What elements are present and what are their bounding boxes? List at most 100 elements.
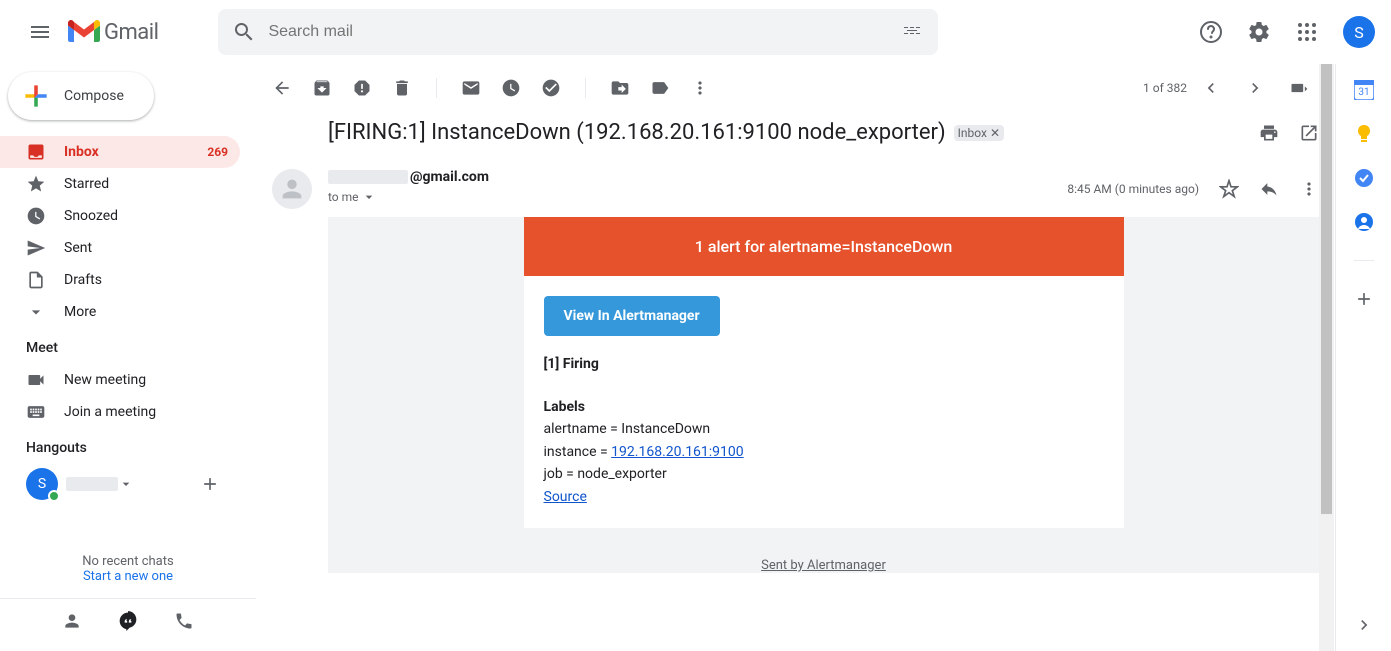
google-apps-button[interactable] [1287,12,1327,52]
sent-by-footer: Sent by Alertmanager [524,528,1124,573]
start-chat-link[interactable]: Start a new one [83,569,173,584]
delete-button[interactable] [392,78,412,98]
add-to-tasks-button[interactable] [541,78,561,98]
sidebar-item-drafts[interactable]: Drafts [0,264,240,296]
no-chats-message: No recent chats Start a new one [0,554,256,584]
mark-unread-button[interactable] [461,78,481,98]
phone-tab[interactable] [168,605,200,637]
nav-label: Inbox [64,144,99,160]
search-options-icon[interactable] [900,20,924,44]
input-tools-button[interactable] [1279,68,1319,108]
hangouts-tab[interactable] [112,605,144,637]
plus-icon[interactable] [200,474,220,494]
recipient-line[interactable]: to me [328,189,489,205]
pagination-counter: 1 of 382 [1143,81,1187,95]
compose-plus-icon [20,80,52,112]
scrollbar-track[interactable] [1319,64,1334,651]
trash-icon [392,78,412,98]
sender-email: @gmail.com [328,169,489,185]
nav-label: More [64,304,96,320]
alert-banner: 1 alert for alertname=InstanceDown [524,217,1124,276]
archive-icon [312,78,332,98]
hangouts-username-redacted [66,477,118,491]
snooze-button[interactable] [501,78,521,98]
next-button[interactable] [1235,68,1275,108]
main-menu-button[interactable] [16,8,64,56]
help-icon [1199,20,1223,44]
inbox-label-chip[interactable]: Inbox✕ [954,125,1004,141]
gmail-logo-text: Gmail [104,20,158,45]
move-to-button[interactable] [610,78,630,98]
email-subject: [FIRING:1] InstanceDown (192.168.20.161:… [328,120,946,145]
sidebar-item-join-meeting[interactable]: Join a meeting [0,396,240,428]
menu-icon [28,20,52,44]
open-new-window-button[interactable] [1299,123,1319,143]
nav-label: Starred [64,176,109,192]
report-icon [352,78,372,98]
sent-by-link[interactable]: Sent by Alertmanager [761,558,886,573]
settings-button[interactable] [1239,12,1279,52]
search-bar[interactable] [218,9,938,55]
print-button[interactable] [1259,123,1279,143]
phone-icon [174,611,194,631]
label-icon [650,78,670,98]
account-avatar[interactable]: S [1343,16,1375,48]
back-button[interactable] [272,78,292,98]
dropdown-icon [361,189,377,205]
chevron-down-icon [26,302,46,322]
gmail-logo-icon [68,20,100,44]
nav-label: Snoozed [64,208,118,224]
dropdown-icon[interactable] [118,476,134,492]
keep-app[interactable] [1354,124,1374,144]
subject-row: [FIRING:1] InstanceDown (192.168.20.161:… [256,112,1335,153]
archive-button[interactable] [312,78,332,98]
compose-button[interactable]: Compose [8,72,154,120]
sidebar-item-snoozed[interactable]: Snoozed [0,200,240,232]
view-alertmanager-button[interactable]: View In Alertmanager [544,296,720,336]
person-icon [278,175,306,203]
support-button[interactable] [1191,12,1231,52]
sidebar-item-inbox[interactable]: Inbox 269 [0,136,240,168]
sidebar: Compose Inbox 269 Starred Snoozed Sent [0,64,256,651]
contacts-app[interactable] [1354,212,1374,232]
more-button[interactable] [690,78,710,98]
sidebar-item-new-meeting[interactable]: New meeting [0,364,240,396]
main-content: 1 of 382 [FIRING:1] InstanceDown (192.16… [256,64,1335,651]
label-instance: instance = 192.168.20.161:9100 [544,441,1104,463]
compose-label: Compose [64,88,124,104]
sidebar-item-more[interactable]: More [0,296,240,328]
svg-text:31: 31 [1358,87,1369,98]
sidebar-item-starred[interactable]: Starred [0,168,240,200]
sender-avatar [272,169,312,209]
contacts-tab[interactable] [56,605,88,637]
source-link[interactable]: Source [544,489,587,505]
meet-header: Meet [0,328,256,364]
sidebar-item-sent[interactable]: Sent [0,232,240,264]
search-input[interactable] [268,23,900,41]
msg-more-button[interactable] [1299,179,1319,199]
calendar-icon: 31 [1354,80,1374,100]
print-icon [1259,123,1279,143]
apps-grid-icon [1295,20,1319,44]
collapse-panel-button[interactable] [1354,615,1374,635]
keyboard-icon [26,402,46,422]
reply-button[interactable] [1259,179,1279,199]
plus-icon [1354,289,1374,309]
labels-button[interactable] [650,78,670,98]
scrollbar-thumb[interactable] [1321,64,1332,514]
email-timestamp: 8:45 AM (0 minutes ago) [1067,182,1199,196]
chip-remove-icon[interactable]: ✕ [990,126,1000,140]
get-addons-button[interactable] [1354,289,1374,309]
chevron-right-icon [1354,615,1374,635]
tasks-app[interactable] [1354,168,1374,188]
label-alertname: alertname = InstanceDown [544,418,1104,440]
open-in-new-icon [1299,123,1319,143]
nav-label: Drafts [64,272,102,288]
instance-link[interactable]: 192.168.20.161:9100 [611,444,744,460]
prev-button[interactable] [1191,68,1231,108]
report-spam-button[interactable] [352,78,372,98]
hangouts-avatar[interactable]: S [26,468,58,500]
calendar-app[interactable]: 31 [1354,80,1374,100]
star-button[interactable] [1219,179,1239,199]
gmail-logo[interactable]: Gmail [68,20,158,45]
